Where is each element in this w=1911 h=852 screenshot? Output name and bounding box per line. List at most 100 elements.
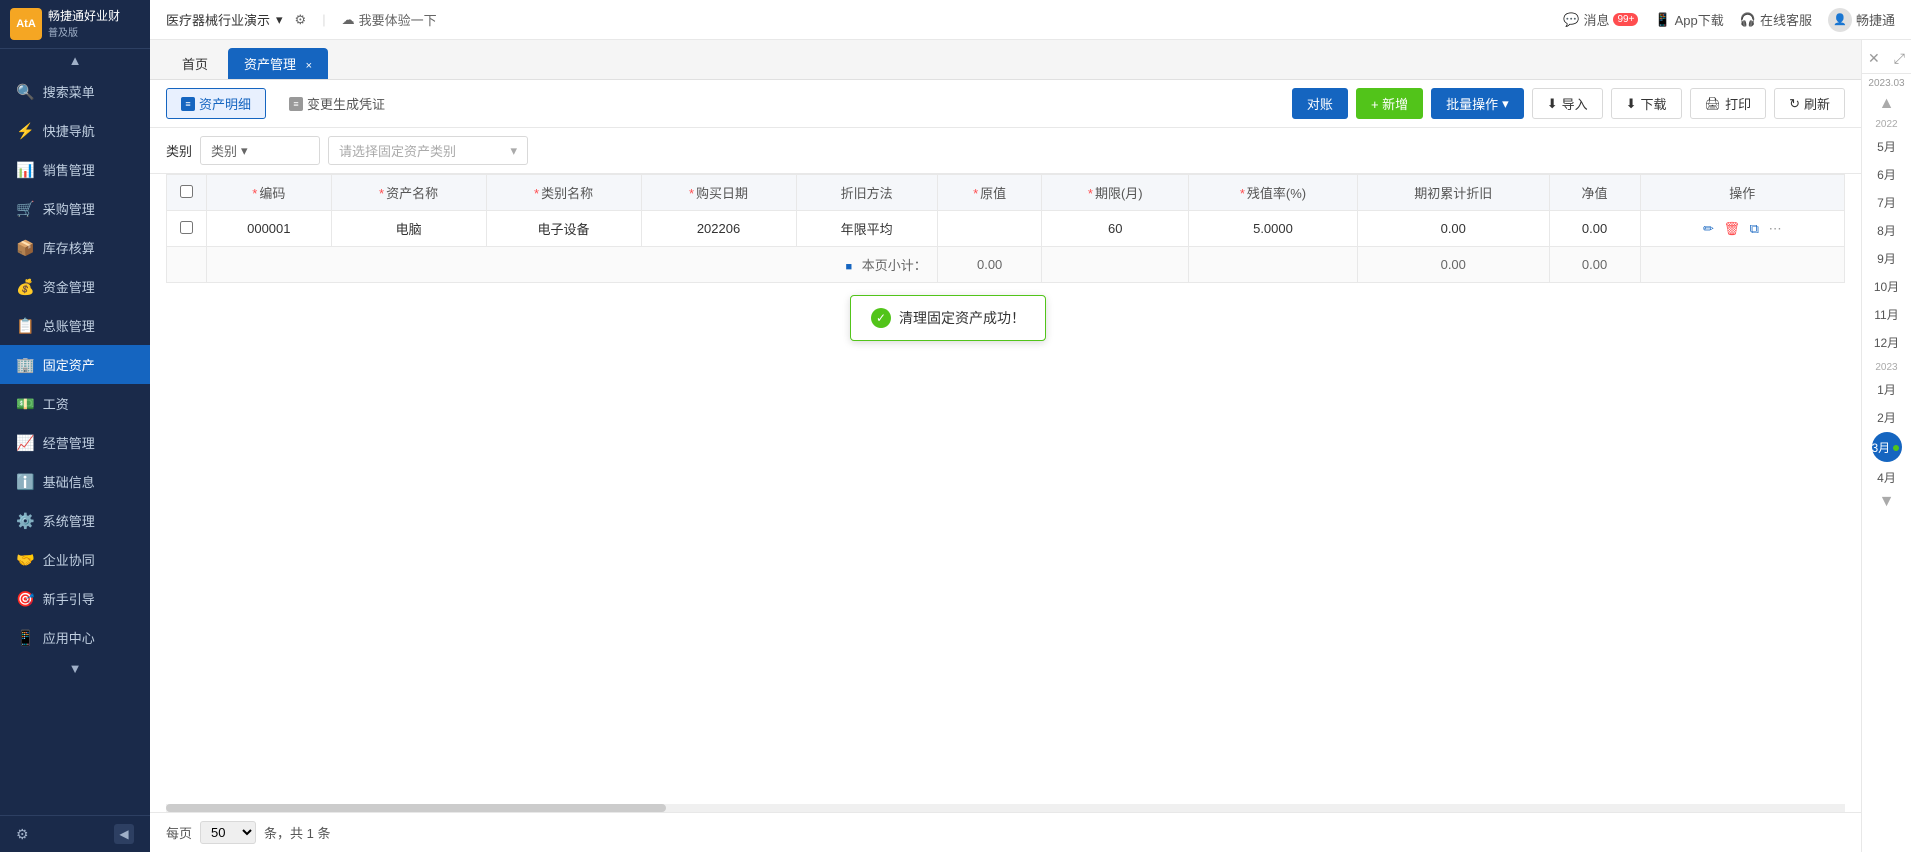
company-name: 医疗器械行业演示 [166,10,270,29]
sidebar-item-fixed-assets[interactable]: 🏢 固定资产 [0,345,150,384]
sidebar-label-search: 搜索菜单 [43,82,95,101]
delete-icon[interactable]: 🗑 [1724,221,1741,236]
system-icon: ⚙️ [16,512,35,530]
sidebar-label-cooperation: 企业协同 [43,550,95,569]
scroll-up-arrow[interactable]: ▲ [0,49,150,72]
batch-ops-btn[interactable]: 批量操作 ▾ [1431,88,1524,119]
per-page-select[interactable]: 50 100 200 [200,821,256,844]
reconcile-btn[interactable]: 对账 [1292,88,1348,119]
edit-icon[interactable]: ✏ [1703,221,1714,236]
sub-tab-voucher[interactable]: ≡ 变更生成凭证 [274,88,400,119]
fixed-assets-icon: 🏢 [16,356,35,374]
month-2023-4[interactable]: 4月 [1869,464,1905,490]
calendar-year-label: 2023.03 [1868,74,1904,93]
subtotal-text: 本页小计： [862,258,927,273]
app-download-btn[interactable]: 📱 App下载 [1654,10,1723,29]
message-btn[interactable]: 💬 消息 99+ [1563,10,1638,29]
import-btn[interactable]: ⬇ 导入 [1532,88,1603,119]
settings-bottom-icon[interactable]: ⚙ [16,826,29,843]
right-panel-calendar: ✕ ⤢ 2023.03 ▲ 2022 5月 6月 7月 8月 9月 10月 11… [1861,40,1911,852]
print-label: 打印 [1725,94,1751,113]
settings-icon[interactable]: ⚙ [295,12,307,28]
row-select-checkbox[interactable] [180,221,193,234]
company-selector[interactable]: 医疗器械行业演示 ▾ [166,10,283,29]
sidebar-item-operations[interactable]: 📈 经营管理 [0,423,150,462]
download-btn[interactable]: ⬇ 下载 [1611,88,1682,119]
sub-tab-asset-detail[interactable]: ≡ 资产明细 [166,88,266,119]
month-2023-1[interactable]: 1月 [1869,376,1905,402]
print-btn[interactable]: 🖨 打印 [1690,88,1767,119]
month-2023-3[interactable]: 3月 [1872,432,1902,462]
toolbar: 对账 + 新增 批量操作 ▾ ⬇ 导入 ⬇ 下载 [1292,88,1845,119]
collapse-button[interactable]: ◀ [114,824,134,844]
copy-icon[interactable]: ⧉ [1750,221,1759,236]
new-btn[interactable]: + 新增 [1356,88,1423,119]
user-btn[interactable]: 👤 畅捷通 [1828,8,1895,32]
total-label: 条，共 1 条 [264,823,330,842]
customer-service-btn[interactable]: 🎧 在线客服 [1740,10,1812,29]
subtotal-net: 0.00 [1549,247,1640,283]
tab-home[interactable]: 首页 [166,48,224,79]
sidebar-item-system[interactable]: ⚙️ 系统管理 [0,501,150,540]
month-2022-6[interactable]: 6月 [1869,161,1905,187]
refresh-btn[interactable]: ↻ 刷新 [1774,88,1845,119]
scroll-down-arrow[interactable]: ▼ [0,657,150,680]
close-panel-icon[interactable]: ✕ [1866,48,1882,69]
month-2022-7[interactable]: 7月 [1869,189,1905,215]
month-2022-5[interactable]: 5月 [1869,133,1905,159]
category-type-select[interactable]: 类别 ▾ [200,136,320,165]
experience-btn[interactable]: ☁ 我要体验一下 [342,10,437,29]
month-2022-11[interactable]: 11月 [1869,301,1905,327]
month-2023-2[interactable]: 2月 [1869,404,1905,430]
per-page-label: 每页 [166,823,192,842]
header-period: *期限(月) [1042,175,1189,211]
sidebar-item-search[interactable]: 🔍 搜索菜单 [0,72,150,111]
row-purchase-date: 202206 [641,211,796,247]
sidebar-label-salary: 工资 [43,394,69,413]
sidebar-item-quicknav[interactable]: ⚡ 快捷导航 [0,111,150,150]
month-2022-10[interactable]: 10月 [1869,273,1905,299]
cloud-icon: ☁ [342,12,355,28]
sidebar-item-basic-info[interactable]: ℹ️ 基础信息 [0,462,150,501]
sidebar-item-ledger[interactable]: 📋 总账管理 [0,306,150,345]
header-depreciation-method: 折旧方法 [796,175,937,211]
sidebar-item-newbie[interactable]: 🎯 新手引导 [0,579,150,618]
asset-tab-close[interactable]: × [306,60,312,72]
subtotal-residual [1189,247,1358,283]
category-type-arrow: ▾ [241,143,248,159]
calendar-header: ✕ ⤢ [1862,44,1911,74]
search-icon: 🔍 [16,83,35,101]
sidebar-item-inventory[interactable]: 📦 库存核算 [0,228,150,267]
sidebar-item-cooperation[interactable]: 🤝 企业协同 [0,540,150,579]
logo-text-block: 畅捷通好业财 普及版 [48,9,120,40]
refresh-icon: ↻ [1789,96,1800,112]
sidebar-item-sales[interactable]: 📊 销售管理 [0,150,150,189]
select-all-checkbox[interactable] [180,185,193,198]
user-avatar: 👤 [1828,8,1852,32]
app-edition: 普及版 [48,24,120,39]
sidebar-item-salary[interactable]: 💵 工资 [0,384,150,423]
expand-panel-icon[interactable]: ⤢ [1892,48,1907,69]
calendar-down-arrow[interactable]: ▼ [1862,491,1911,513]
table-horizontal-scrollbar[interactable] [166,804,1845,812]
month-2022-12[interactable]: 12月 [1869,329,1905,355]
more-icon[interactable]: ⋯ [1769,221,1782,236]
calendar-up-arrow[interactable]: ▲ [1862,93,1911,115]
subtotal-ops [1640,247,1844,283]
row-checkbox[interactable] [167,211,207,247]
header-category: *类别名称 [486,175,641,211]
finance-icon: 💰 [16,278,35,296]
sidebar-item-app-center[interactable]: 📱 应用中心 [0,618,150,657]
header-name: *资产名称 [331,175,486,211]
tab-asset-management[interactable]: 资产管理 × [228,48,328,79]
main-area: 医疗器械行业演示 ▾ ⚙ | ☁ 我要体验一下 💬 消息 99+ 📱 App下载… [150,0,1911,852]
scrollbar-thumb[interactable] [166,804,666,812]
voucher-tab-icon: ≡ [289,97,303,111]
month-2022-8[interactable]: 8月 [1869,217,1905,243]
sidebar-item-finance[interactable]: 💰 资金管理 [0,267,150,306]
subtotal-period [1042,247,1189,283]
month-2022-9[interactable]: 9月 [1869,245,1905,271]
category-value-select[interactable]: 请选择固定资产类别 ▾ [328,136,528,165]
sidebar-item-purchase[interactable]: 🛒 采购管理 [0,189,150,228]
content-wrapper: 首页 资产管理 × ≡ 资产明细 ≡ 变更生成凭证 [150,40,1911,852]
